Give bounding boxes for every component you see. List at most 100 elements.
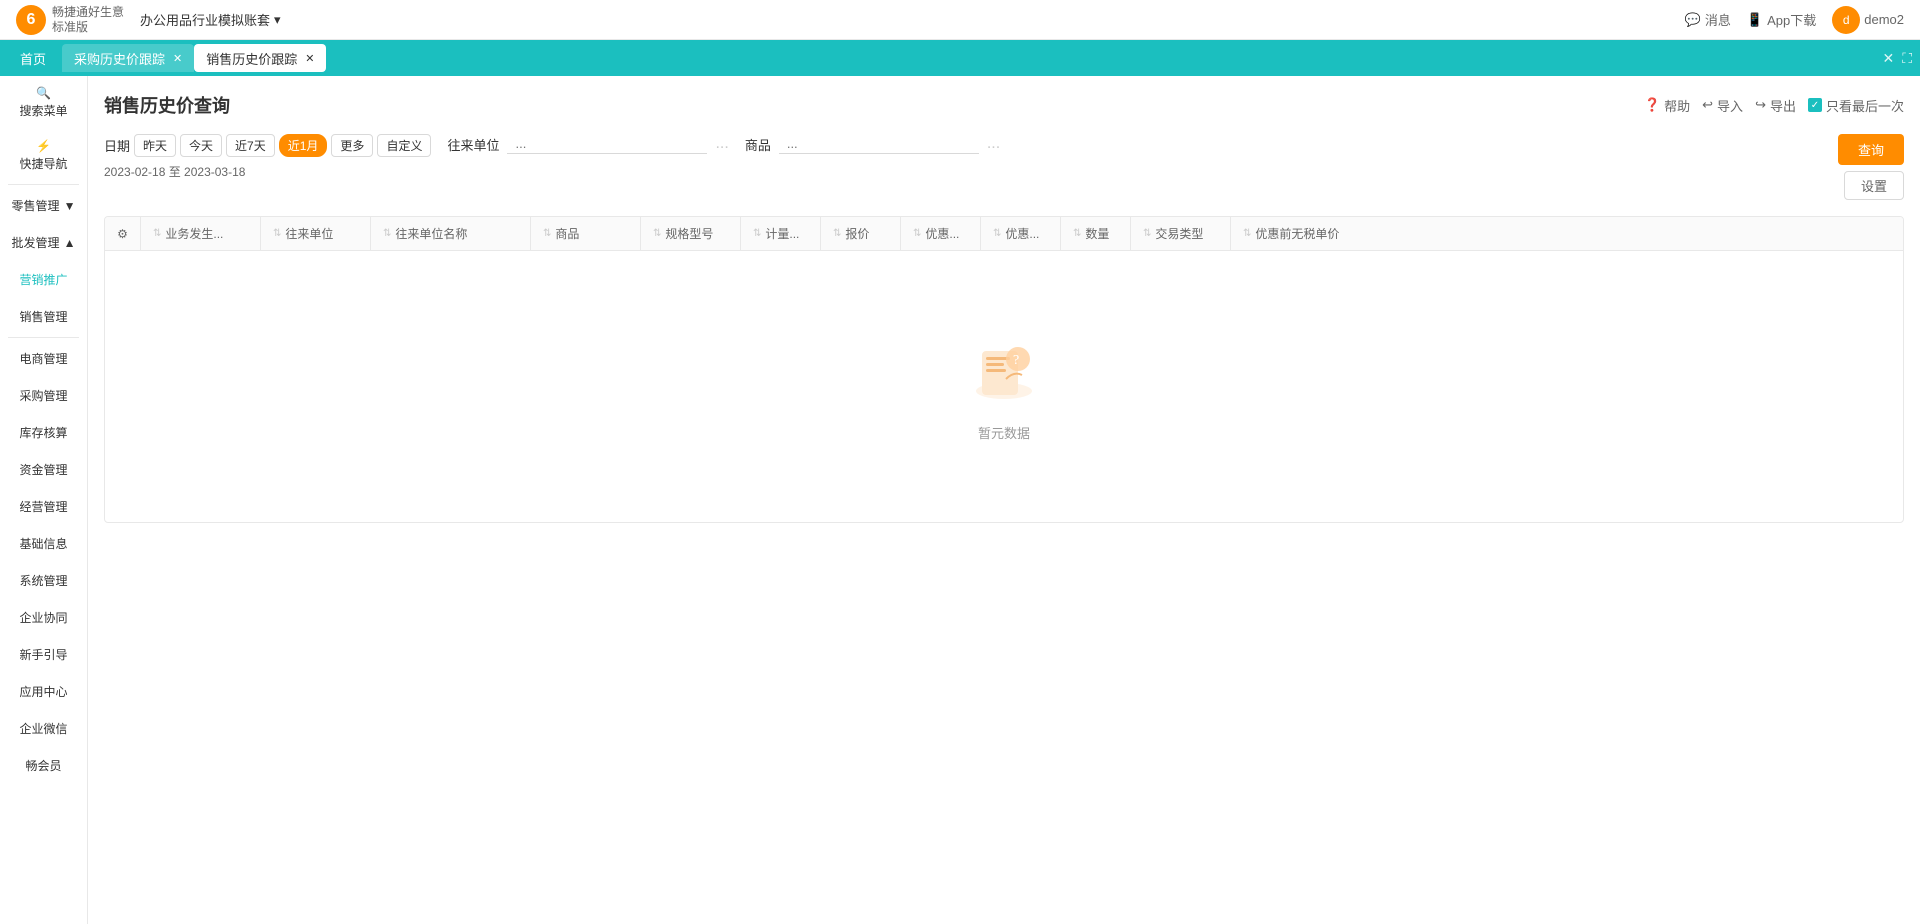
sort-icon: ⇅ xyxy=(1143,228,1151,239)
tab-bar: 首页 采购历史价跟踪 ✕ 销售历史价跟踪 ✕ ✕ ⛶ xyxy=(0,40,1920,76)
sort-icon: ⇅ xyxy=(993,228,1001,239)
settings-button[interactable]: 设置 xyxy=(1844,171,1904,200)
sidebar-item-app-center[interactable]: 应用中心 xyxy=(0,673,87,710)
sidebar-divider-1 xyxy=(8,184,79,185)
sidebar-item-system[interactable]: 系统管理 xyxy=(0,562,87,599)
product-label: 商品 xyxy=(745,135,771,154)
sidebar-item-enterprise-wechat[interactable]: 企业微信 xyxy=(0,710,87,747)
purchase-tab-close[interactable]: ✕ xyxy=(173,52,182,65)
purchase-tab-label: 采购历史价跟踪 xyxy=(74,49,165,68)
user-area[interactable]: d demo2 xyxy=(1832,6,1904,34)
sidebar-item-member[interactable]: 畅会员 xyxy=(0,747,87,784)
only-last-checkbox-area[interactable]: ✓ 只看最后一次 xyxy=(1808,96,1904,115)
sort-icon: ⇅ xyxy=(833,228,841,239)
sidebar-item-quicknav[interactable]: ⚡ 快捷导航 xyxy=(0,129,87,182)
sidebar-item-sales[interactable]: 销售管理 xyxy=(0,298,87,335)
chevron-up-icon: ▲ xyxy=(64,236,76,250)
sidebar-item-purchase[interactable]: 采购管理 xyxy=(0,377,87,414)
message-icon: 💬 xyxy=(1685,12,1701,28)
sidebar-item-marketing[interactable]: 营销推广 xyxy=(0,261,87,298)
page-header: 销售历史价查询 ❓ 帮助 ↩ 导入 ↪ 导出 ✓ xyxy=(104,92,1904,118)
sort-icon: ⇅ xyxy=(543,228,551,239)
th-unit[interactable]: ⇅ 计量... xyxy=(741,217,821,250)
empty-text: 暂元数据 xyxy=(978,423,1030,442)
sidebar-item-basic[interactable]: 基础信息 xyxy=(0,525,87,562)
date-label: 日期 xyxy=(104,136,130,155)
workspace-selector[interactable]: 办公用品行业模拟账套 ▾ xyxy=(132,6,289,33)
date-top: 日期 昨天 今天 近7天 近1月 更多 自定义 xyxy=(104,134,431,157)
gear-icon: ⚙ xyxy=(117,227,128,241)
page-actions: ❓ 帮助 ↩ 导入 ↪ 导出 ✓ 只看最后一次 xyxy=(1644,96,1904,115)
th-discount2[interactable]: ⇅ 优惠... xyxy=(981,217,1061,250)
th-discount1[interactable]: ⇅ 优惠... xyxy=(901,217,981,250)
page-title: 销售历史价查询 xyxy=(104,92,230,118)
date-btn-custom[interactable]: 自定义 xyxy=(377,134,431,157)
th-unit-code[interactable]: ⇅ 往来单位 xyxy=(261,217,371,250)
sort-icon: ⇅ xyxy=(1073,228,1081,239)
product-input[interactable] xyxy=(779,134,979,154)
sort-icon: ⇅ xyxy=(913,228,921,239)
unit-label: 往来单位 xyxy=(447,135,499,154)
sidebar-divider-2 xyxy=(8,337,79,338)
sidebar-item-newbie[interactable]: 新手引导 xyxy=(0,636,87,673)
sort-icon: ⇅ xyxy=(1243,228,1251,239)
logo-icon: 6 xyxy=(16,5,46,35)
th-spec[interactable]: ⇅ 规格型号 xyxy=(641,217,741,250)
only-last-checkbox[interactable]: ✓ xyxy=(1808,98,1822,112)
page-container: 销售历史价查询 ❓ 帮助 ↩ 导入 ↪ 导出 ✓ xyxy=(88,76,1920,924)
chevron-down-icon: ▾ xyxy=(274,12,281,28)
sidebar-item-operations[interactable]: 经营管理 xyxy=(0,488,87,525)
app-download-button[interactable]: 📱 App下载 xyxy=(1747,10,1816,29)
date-filter-section: 日期 昨天 今天 近7天 近1月 更多 自定义 2023-02-18 至 202… xyxy=(104,134,431,180)
th-unit-name[interactable]: ⇅ 往来单位名称 xyxy=(371,217,531,250)
th-product[interactable]: ⇅ 商品 xyxy=(531,217,641,250)
export-button[interactable]: ↪ 导出 xyxy=(1755,96,1796,115)
sales-tab-close[interactable]: ✕ xyxy=(305,52,314,65)
empty-state: ? 暂元数据 xyxy=(105,251,1903,522)
tab-sales-history[interactable]: 销售历史价跟踪 ✕ xyxy=(194,44,326,72)
th-biz-date[interactable]: ⇅ 业务发生... xyxy=(141,217,261,250)
sidebar-item-wholesale[interactable]: 批发管理 ▲ xyxy=(0,224,87,261)
th-price[interactable]: ⇅ 报价 xyxy=(821,217,901,250)
sidebar-item-inventory[interactable]: 库存核算 xyxy=(0,414,87,451)
sort-icon: ⇅ xyxy=(383,228,391,239)
date-btn-7days[interactable]: 近7天 xyxy=(226,134,275,157)
help-icon: ❓ xyxy=(1644,97,1660,113)
sidebar-item-enterprise-collab[interactable]: 企业协同 xyxy=(0,599,87,636)
phone-icon: 📱 xyxy=(1747,12,1763,28)
product-dots[interactable]: ... xyxy=(987,135,1000,153)
sidebar-item-ecommerce[interactable]: 电商管理 xyxy=(0,340,87,377)
maximize-button[interactable]: ⛶ xyxy=(1902,50,1912,67)
date-btn-yesterday[interactable]: 昨天 xyxy=(134,134,176,157)
close-window-button[interactable]: ✕ xyxy=(1882,50,1894,67)
th-trade-type[interactable]: ⇅ 交易类型 xyxy=(1131,217,1231,250)
top-bar: 6 畅捷通好生意 标准版 办公用品行业模拟账套 ▾ 💬 消息 📱 App下载 d… xyxy=(0,0,1920,40)
th-gear[interactable]: ⚙ xyxy=(105,217,141,250)
table-header: ⚙ ⇅ 业务发生... ⇅ 往来单位 ⇅ 往来单位名称 xyxy=(105,217,1903,251)
avatar: d xyxy=(1832,6,1860,34)
main-layout: 🔍 搜索菜单 ⚡ 快捷导航 零售管理 ▼ 批发管理 ▲ 营销推广 销售管理 电商… xyxy=(0,76,1920,924)
tab-home[interactable]: 首页 xyxy=(8,44,58,72)
empty-icon: ? xyxy=(964,331,1044,411)
tab-purchase-history[interactable]: 采购历史价跟踪 ✕ xyxy=(62,44,194,72)
date-btn-1month[interactable]: 近1月 xyxy=(279,134,328,157)
import-button[interactable]: ↩ 导入 xyxy=(1702,96,1743,115)
sidebar-item-search[interactable]: 🔍 搜索菜单 xyxy=(0,76,87,129)
sidebar-item-retail[interactable]: 零售管理 ▼ xyxy=(0,187,87,224)
date-btn-today[interactable]: 今天 xyxy=(180,134,222,157)
search-icon: 🔍 xyxy=(36,86,51,100)
th-quantity[interactable]: ⇅ 数量 xyxy=(1061,217,1131,250)
th-pretax-price[interactable]: ⇅ 优惠前无税单价 xyxy=(1231,217,1903,250)
sidebar-item-finance[interactable]: 资金管理 xyxy=(0,451,87,488)
top-bar-right: 💬 消息 📱 App下载 d demo2 xyxy=(1685,6,1904,34)
unit-dots[interactable]: ... xyxy=(715,135,728,153)
filter-bar: 日期 昨天 今天 近7天 近1月 更多 自定义 2023-02-18 至 202… xyxy=(104,134,1904,200)
message-button[interactable]: 💬 消息 xyxy=(1685,10,1731,29)
query-button[interactable]: 查询 xyxy=(1838,134,1904,165)
product-filter-section: 商品 ... xyxy=(745,134,1000,154)
date-btn-more[interactable]: 更多 xyxy=(331,134,373,157)
help-button[interactable]: ❓ 帮助 xyxy=(1644,96,1690,115)
unit-input[interactable] xyxy=(507,134,707,154)
app-title: 畅捷通好生意 标准版 xyxy=(52,5,124,34)
svg-text:?: ? xyxy=(1013,353,1019,368)
